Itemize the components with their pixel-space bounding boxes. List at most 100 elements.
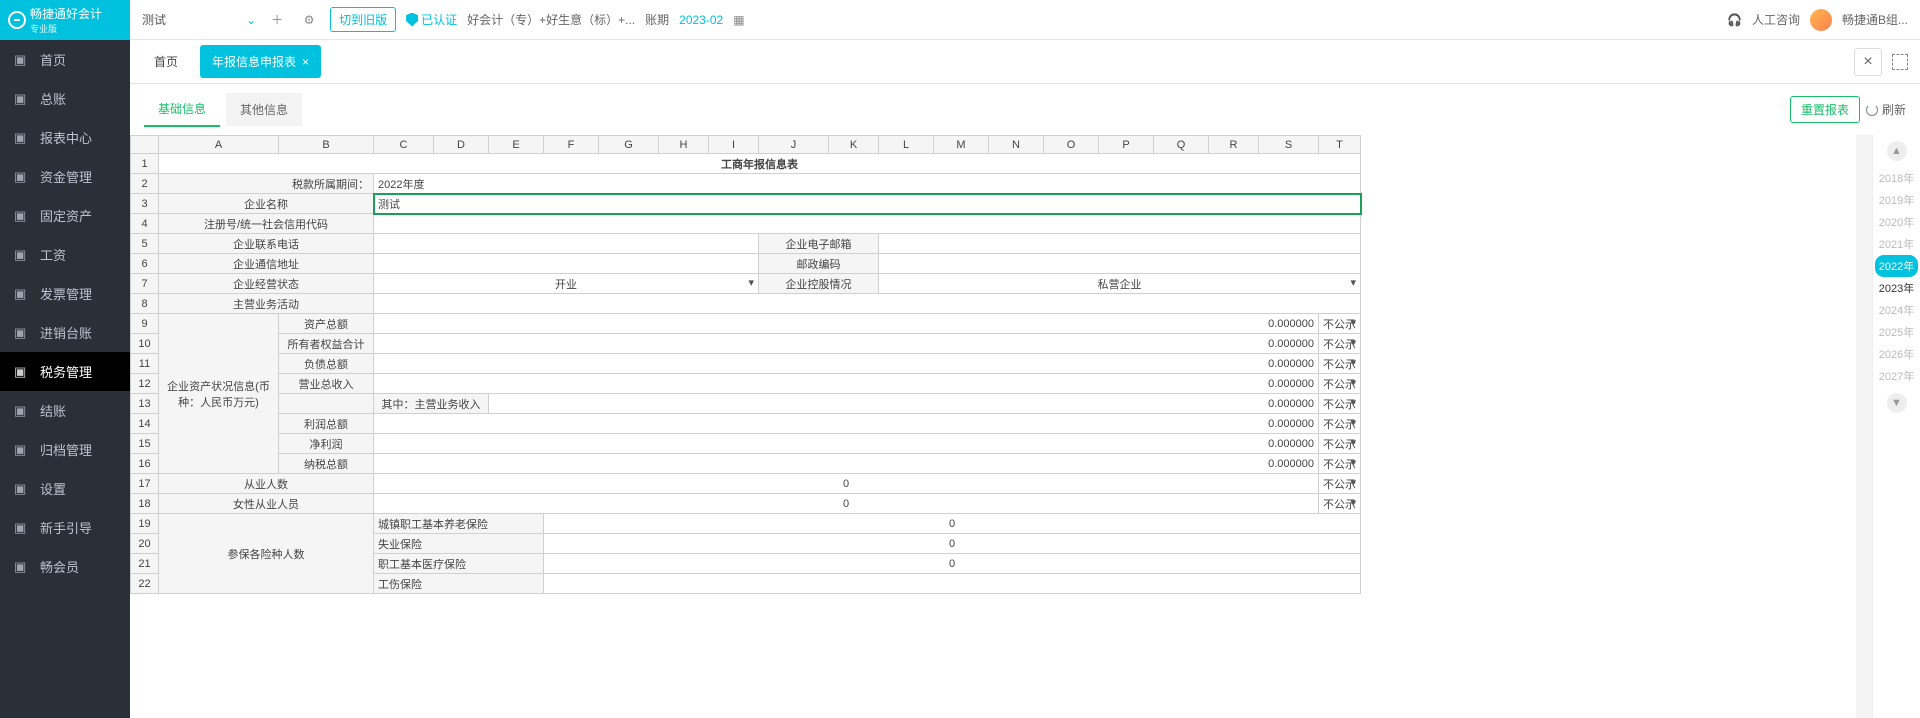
row-4[interactable]: 4 [131, 214, 159, 234]
row-13[interactable]: 13 [131, 394, 159, 414]
sidebar-item-5[interactable]: ▣工资 [0, 235, 130, 274]
cell-company-name[interactable]: 测试 [374, 194, 1361, 214]
year-down-icon[interactable]: ▼ [1887, 393, 1907, 413]
org-name: 测试 [142, 11, 166, 28]
dd-pub-15[interactable]: 不公示 [1319, 434, 1361, 454]
year-2020年[interactable]: 2020年 [1875, 211, 1918, 233]
sidebar-item-11[interactable]: ▣设置 [0, 469, 130, 508]
scrollbar-v[interactable] [1856, 135, 1872, 718]
subtab-other[interactable]: 其他信息 [226, 93, 302, 126]
sidebar-item-1[interactable]: ▣总账 [0, 79, 130, 118]
year-2025年[interactable]: 2025年 [1875, 321, 1918, 343]
avatar[interactable] [1810, 9, 1832, 31]
year-2026年[interactable]: 2026年 [1875, 343, 1918, 365]
row-5[interactable]: 5 [131, 234, 159, 254]
row-12[interactable]: 12 [131, 374, 159, 394]
row-22[interactable]: 22 [131, 574, 159, 594]
sidebar-item-4[interactable]: ▣固定资产 [0, 196, 130, 235]
col-A[interactable]: A [159, 136, 279, 154]
col-C[interactable]: C [374, 136, 434, 154]
add-icon[interactable]: ＋ [266, 9, 288, 31]
row-9[interactable]: 9 [131, 314, 159, 334]
dd-pub-9[interactable]: 不公示 [1319, 314, 1361, 334]
row-1[interactable]: 1 [131, 154, 159, 174]
row-21[interactable]: 21 [131, 554, 159, 574]
col-S[interactable]: S [1259, 136, 1319, 154]
dd-pub-16[interactable]: 不公示 [1319, 454, 1361, 474]
col-T[interactable]: T [1319, 136, 1361, 154]
dd-holding[interactable]: 私营企业 [879, 274, 1361, 294]
dd-pub-11[interactable]: 不公示 [1319, 354, 1361, 374]
year-2024年[interactable]: 2024年 [1875, 299, 1918, 321]
org-selector[interactable]: 测试 ⌄ [142, 11, 256, 28]
calendar-icon[interactable]: ▦ [733, 13, 744, 27]
spreadsheet[interactable]: ABCDEFGHIJKLMNOPQRST1工商年报信息表2税款所属期间：2022… [130, 135, 1856, 718]
col-L[interactable]: L [879, 136, 934, 154]
row-18[interactable]: 18 [131, 494, 159, 514]
col-M[interactable]: M [934, 136, 989, 154]
row-20[interactable]: 20 [131, 534, 159, 554]
year-2022年[interactable]: 2022年 [1875, 255, 1918, 277]
tab-report[interactable]: 年报信息申报表 × [200, 45, 321, 78]
col-K[interactable]: K [829, 136, 879, 154]
switch-old-button[interactable]: 切到旧版 [330, 7, 396, 32]
col-B[interactable]: B [279, 136, 374, 154]
sidebar-item-2[interactable]: ▣报表中心 [0, 118, 130, 157]
col-G[interactable]: G [599, 136, 659, 154]
sidebar-item-8[interactable]: ▣税务管理 [0, 352, 130, 391]
dd-pub-12[interactable]: 不公示 [1319, 374, 1361, 394]
subtab-basic[interactable]: 基础信息 [144, 92, 220, 127]
sidebar-item-6[interactable]: ▣发票管理 [0, 274, 130, 313]
close-all-icon[interactable]: × [1854, 48, 1882, 76]
year-2018年[interactable]: 2018年 [1875, 167, 1918, 189]
sidebar-item-7[interactable]: ▣进销台账 [0, 313, 130, 352]
dd-pub-13[interactable]: 不公示 [1319, 394, 1361, 414]
row-7[interactable]: 7 [131, 274, 159, 294]
row-19[interactable]: 19 [131, 514, 159, 534]
dd-pub-14[interactable]: 不公示 [1319, 414, 1361, 434]
row-8[interactable]: 8 [131, 294, 159, 314]
dd-pub-10[interactable]: 不公示 [1319, 334, 1361, 354]
period-value[interactable]: 2023-02 [679, 13, 723, 27]
dd-status[interactable]: 开业 [374, 274, 759, 294]
col-I[interactable]: I [709, 136, 759, 154]
sidebar-item-3[interactable]: ▣资金管理 [0, 157, 130, 196]
fullscreen-icon[interactable] [1892, 54, 1908, 70]
row-3[interactable]: 3 [131, 194, 159, 214]
close-icon[interactable]: × [302, 55, 309, 69]
col-N[interactable]: N [989, 136, 1044, 154]
col-F[interactable]: F [544, 136, 599, 154]
row-17[interactable]: 17 [131, 474, 159, 494]
refresh-button[interactable]: 刷新 [1866, 101, 1906, 118]
support-link[interactable]: 人工咨询 [1752, 11, 1800, 28]
year-2019年[interactable]: 2019年 [1875, 189, 1918, 211]
year-2027年[interactable]: 2027年 [1875, 365, 1918, 387]
col-Q[interactable]: Q [1154, 136, 1209, 154]
sidebar-item-13[interactable]: ▣畅会员 [0, 547, 130, 586]
col-O[interactable]: O [1044, 136, 1099, 154]
year-2021年[interactable]: 2021年 [1875, 233, 1918, 255]
row-16[interactable]: 16 [131, 454, 159, 474]
tab-home[interactable]: 首页 [142, 45, 190, 78]
year-up-icon[interactable]: ▲ [1887, 141, 1907, 161]
row-2[interactable]: 2 [131, 174, 159, 194]
sidebar-item-12[interactable]: ▣新手引导 [0, 508, 130, 547]
sidebar-item-9[interactable]: ▣结账 [0, 391, 130, 430]
reset-button[interactable]: 重置报表 [1790, 96, 1860, 123]
col-E[interactable]: E [489, 136, 544, 154]
sidebar-item-0[interactable]: ▣首页 [0, 40, 130, 79]
col-D[interactable]: D [434, 136, 489, 154]
col-P[interactable]: P [1099, 136, 1154, 154]
user-name[interactable]: 畅捷通B组... [1842, 11, 1908, 28]
year-2023年[interactable]: 2023年 [1875, 277, 1918, 299]
row-10[interactable]: 10 [131, 334, 159, 354]
sidebar-item-10[interactable]: ▣归档管理 [0, 430, 130, 469]
row-15[interactable]: 15 [131, 434, 159, 454]
gear-icon[interactable]: ⚙ [298, 9, 320, 31]
row-14[interactable]: 14 [131, 414, 159, 434]
row-11[interactable]: 11 [131, 354, 159, 374]
col-R[interactable]: R [1209, 136, 1259, 154]
col-H[interactable]: H [659, 136, 709, 154]
col-J[interactable]: J [759, 136, 829, 154]
row-6[interactable]: 6 [131, 254, 159, 274]
